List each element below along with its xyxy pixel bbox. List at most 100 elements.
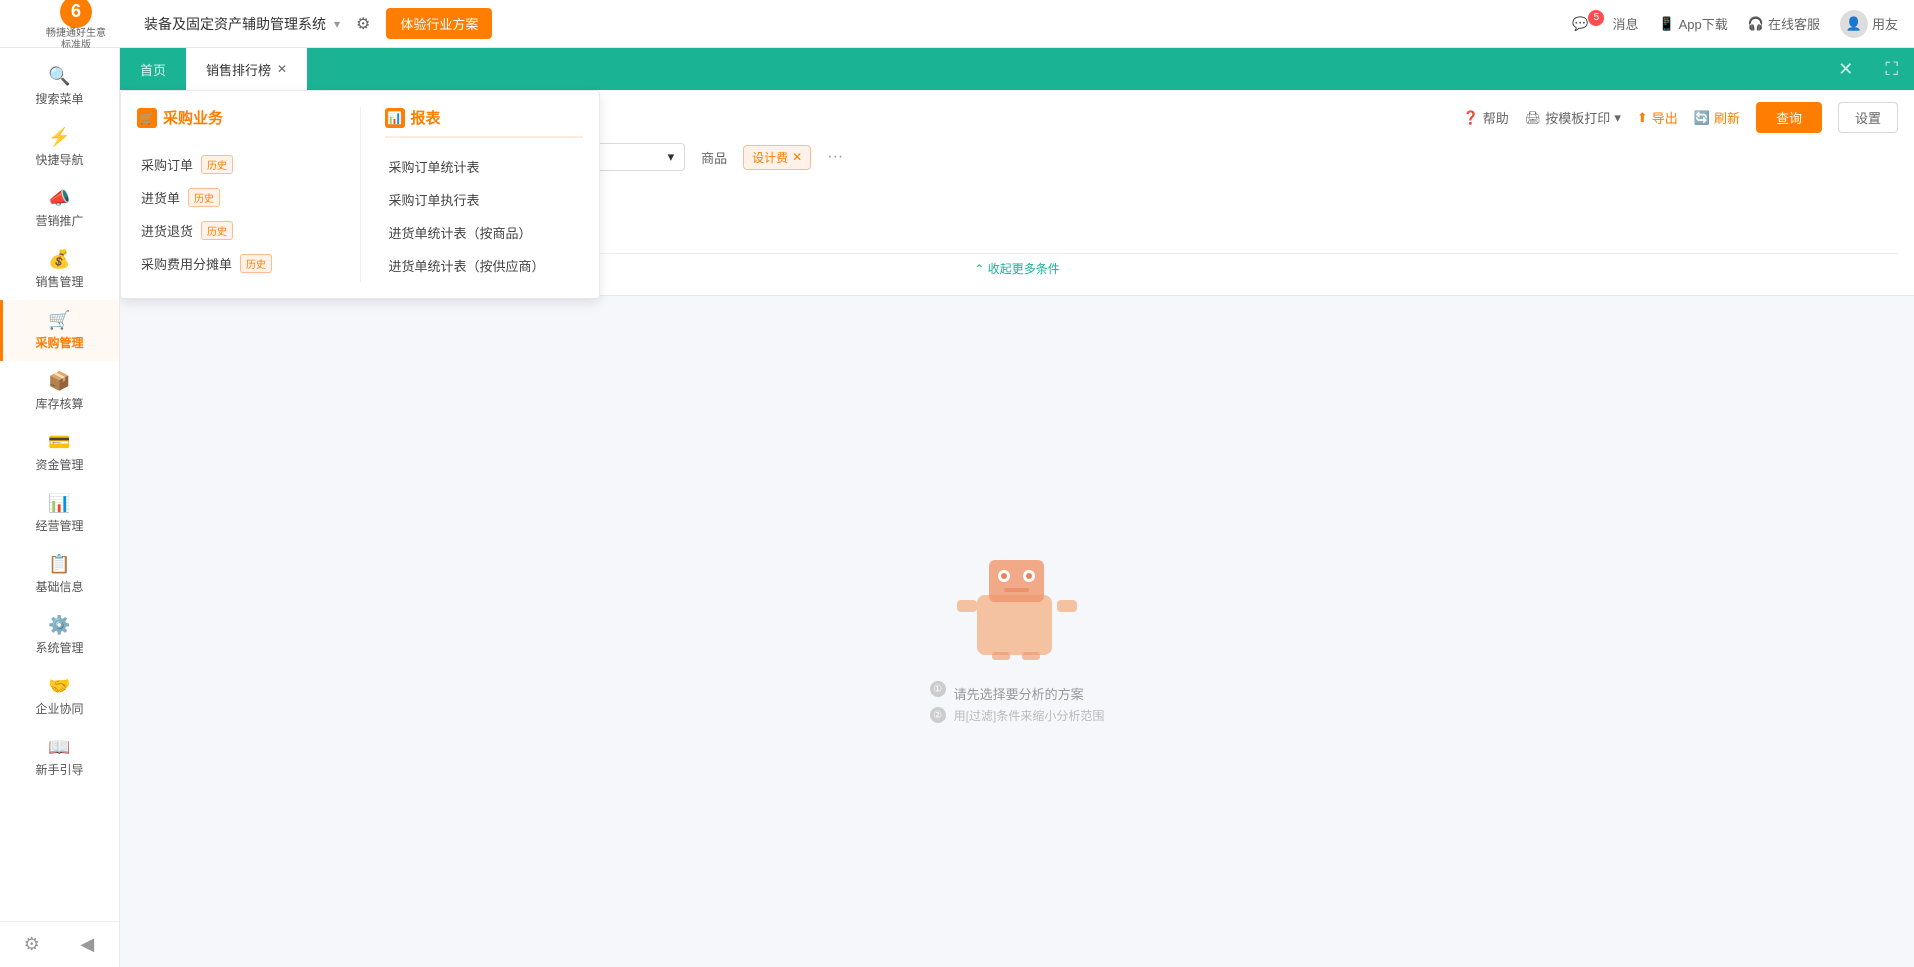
sidebar-item-quicknav[interactable]: ⚡ 快捷导航 <box>0 117 119 178</box>
system-icon: ⚙️ <box>48 615 70 636</box>
menu-return-goods[interactable]: 进货退货 历史 <box>137 214 336 247</box>
empty-hints: ① 请先选择要分析的方案 ② 用[过滤]条件来缩小分析范围 <box>930 676 1105 724</box>
sidebar-item-cooperation[interactable]: 🤝 企业协同 <box>0 666 119 727</box>
guide-icon: 📖 <box>48 737 70 758</box>
query-btn[interactable]: 查询 <box>1756 102 1822 133</box>
user-menu-btn[interactable]: 👤 用友 <box>1840 10 1898 38</box>
menu-item-label: 进货单统计表（按商品） <box>389 223 532 242</box>
tab-sales-rank[interactable]: 销售排行榜 ✕ <box>186 48 307 90</box>
sidebar-item-inventory[interactable]: 📦 库存核算 <box>0 361 119 422</box>
service-label: 在线客服 <box>1768 14 1820 33</box>
collapse-label: 收起更多条件 <box>988 262 1060 276</box>
tab-close-icon[interactable]: ✕ <box>277 62 287 76</box>
print-icon: 🖨 <box>1525 110 1542 126</box>
report-section: 📊 报表 采购订单统计表 采购订单执行表 进货单统计表（按商品） 进货单统计表（… <box>385 107 584 282</box>
goods-more-dots[interactable]: ··· <box>827 148 843 166</box>
tab-fullscreen-btn[interactable]: ⛶ <box>1869 59 1914 80</box>
doc-status-arrow: ▾ <box>668 149 675 165</box>
menu-purchase-order[interactable]: 采购订单 历史 <box>137 148 336 181</box>
sidebar-item-search[interactable]: 🔍 搜索菜单 <box>0 56 119 117</box>
empty-illustration <box>947 540 1087 660</box>
sidebar-label-inventory: 库存核算 <box>35 395 83 412</box>
export-btn[interactable]: ⬆ 导出 <box>1637 108 1678 127</box>
industry-btn[interactable]: 体验行业方案 <box>386 8 492 39</box>
inventory-icon: 📦 <box>48 371 70 392</box>
sidebar-bottom: ⚙ ◀ <box>0 921 119 967</box>
settings-btn[interactable]: 设置 <box>1838 102 1898 133</box>
menu-item-label: 采购费用分摊单 <box>141 254 232 273</box>
empty-hint-text-2: 用[过滤]条件来缩小分析范围 <box>954 707 1105 724</box>
sidebar-item-basic[interactable]: 📋 基础信息 <box>0 544 119 605</box>
system-title-dropdown-arrow[interactable]: ▾ <box>334 17 340 31</box>
logo-area: 6 畅捷通好生意 标准版 <box>16 0 136 52</box>
top-header: 6 畅捷通好生意 标准版 装备及固定资产辅助管理系统 ▾ ⚙ 体验行业方案 💬 … <box>0 0 1914 48</box>
menu-purchase-order-exec[interactable]: 采购订单执行表 <box>385 183 584 216</box>
sidebar-item-system[interactable]: ⚙️ 系统管理 <box>0 605 119 666</box>
tab-window-close-btn[interactable]: ✕ <box>1822 59 1869 80</box>
sidebar-item-marketing[interactable]: 📣 营销推广 <box>0 178 119 239</box>
content-area: 首页 销售排行榜 ✕ ✕ ⛶ 🛒 采购业务 采购订单 <box>120 48 1914 967</box>
history-badge: 历史 <box>201 221 233 240</box>
sidebar-item-finance[interactable]: 💳 资金管理 <box>0 422 119 483</box>
goods-tag-value: 设计费 <box>752 149 788 166</box>
menu-item-label: 进货单 <box>141 188 180 207</box>
purchase-section: 🛒 采购业务 采购订单 历史 进货单 历史 进货退货 历史 采购费用分摊 <box>137 107 336 282</box>
sidebar-item-purchase[interactable]: 🛒 采购管理 <box>0 300 119 361</box>
section-divider <box>360 107 361 282</box>
sales-icon: 💰 <box>48 249 70 270</box>
message-btn[interactable]: 💬 5 消息 <box>1572 14 1638 33</box>
sidebar-item-business[interactable]: 📊 经营管理 <box>0 483 119 544</box>
sidebar-label-search: 搜索菜单 <box>35 90 83 107</box>
header-right: 💬 5 消息 📱 App下载 🎧 在线客服 👤 用友 <box>1572 10 1898 38</box>
menu-incoming-stat-goods[interactable]: 进货单统计表（按商品） <box>385 216 584 249</box>
hint-bullet-2: ② <box>930 707 946 723</box>
export-icon: ⬆ <box>1637 110 1648 126</box>
history-badge: 历史 <box>240 254 272 273</box>
menu-purchase-order-stat[interactable]: 采购订单统计表 <box>385 150 584 183</box>
help-btn[interactable]: ❓ 帮助 <box>1463 108 1509 127</box>
sidebar-label-quicknav: 快捷导航 <box>35 151 83 168</box>
help-icon: ❓ <box>1463 110 1479 126</box>
empty-hint-2: ② 用[过滤]条件来缩小分析范围 <box>930 707 1105 724</box>
business-icon: 📊 <box>48 493 70 514</box>
system-title: 装备及固定资产辅助管理系统 ▾ ⚙ <box>144 14 370 34</box>
print-dropdown-arrow[interactable]: ▾ <box>1614 110 1621 126</box>
robot-svg <box>947 540 1087 660</box>
tab-sales-rank-label: 销售排行榜 <box>206 60 271 79</box>
sidebar-item-guide[interactable]: 📖 新手引导 <box>0 727 119 788</box>
settings-btn[interactable]: ⚙ <box>8 934 56 955</box>
refresh-btn[interactable]: 🔄 刷新 <box>1694 108 1740 127</box>
active-bar <box>0 300 3 361</box>
tab-home[interactable]: 首页 <box>120 48 186 90</box>
refresh-icon: 🔄 <box>1694 110 1710 126</box>
sidebar-item-sales[interactable]: 💰 销售管理 <box>0 239 119 300</box>
sidebar-label-system: 系统管理 <box>35 639 83 656</box>
help-label: 帮助 <box>1483 108 1509 127</box>
report-section-title: 📊 报表 <box>385 107 584 138</box>
goods-label: 商品 <box>701 148 727 167</box>
purchase-section-title: 🛒 采购业务 <box>137 107 336 136</box>
quicknav-icon: ⚡ <box>48 127 70 148</box>
sidebar-label-basic: 基础信息 <box>35 578 83 595</box>
sidebar-label-cooperation: 企业协同 <box>35 700 83 717</box>
message-icon: 💬 <box>1572 16 1588 32</box>
tab-home-label: 首页 <box>140 60 166 79</box>
content-body: ① 请先选择要分析的方案 ② 用[过滤]条件来缩小分析范围 <box>120 296 1914 967</box>
goods-tag-close[interactable]: ✕ <box>792 150 802 164</box>
online-service-btn[interactable]: 🎧 在线客服 <box>1748 14 1820 33</box>
menu-incoming-stat-supplier[interactable]: 进货单统计表（按供应商） <box>385 249 584 282</box>
history-badge: 历史 <box>201 155 233 174</box>
gear-icon[interactable]: ⚙ <box>356 14 370 34</box>
menu-incoming[interactable]: 进货单 历史 <box>137 181 336 214</box>
sidebar-label-marketing: 营销推广 <box>35 212 83 229</box>
app-download-btn[interactable]: 📱 App下载 <box>1658 14 1727 33</box>
report-section-icon: 📊 <box>385 108 405 128</box>
search-icon: 🔍 <box>48 66 70 87</box>
sidebar: 🔍 搜索菜单 ⚡ 快捷导航 📣 营销推广 💰 销售管理 🛒 采购管理 📦 库存核… <box>0 48 120 967</box>
menu-item-label: 进货单统计表（按供应商） <box>389 256 545 275</box>
menu-purchase-fee[interactable]: 采购费用分摊单 历史 <box>137 247 336 280</box>
collapse-btn[interactable]: ◀ <box>64 934 112 955</box>
print-btn[interactable]: 🖨 按模板打印 ▾ <box>1525 108 1621 127</box>
print-label: 按模板打印 <box>1545 108 1610 127</box>
message-label: 消息 <box>1612 14 1638 33</box>
